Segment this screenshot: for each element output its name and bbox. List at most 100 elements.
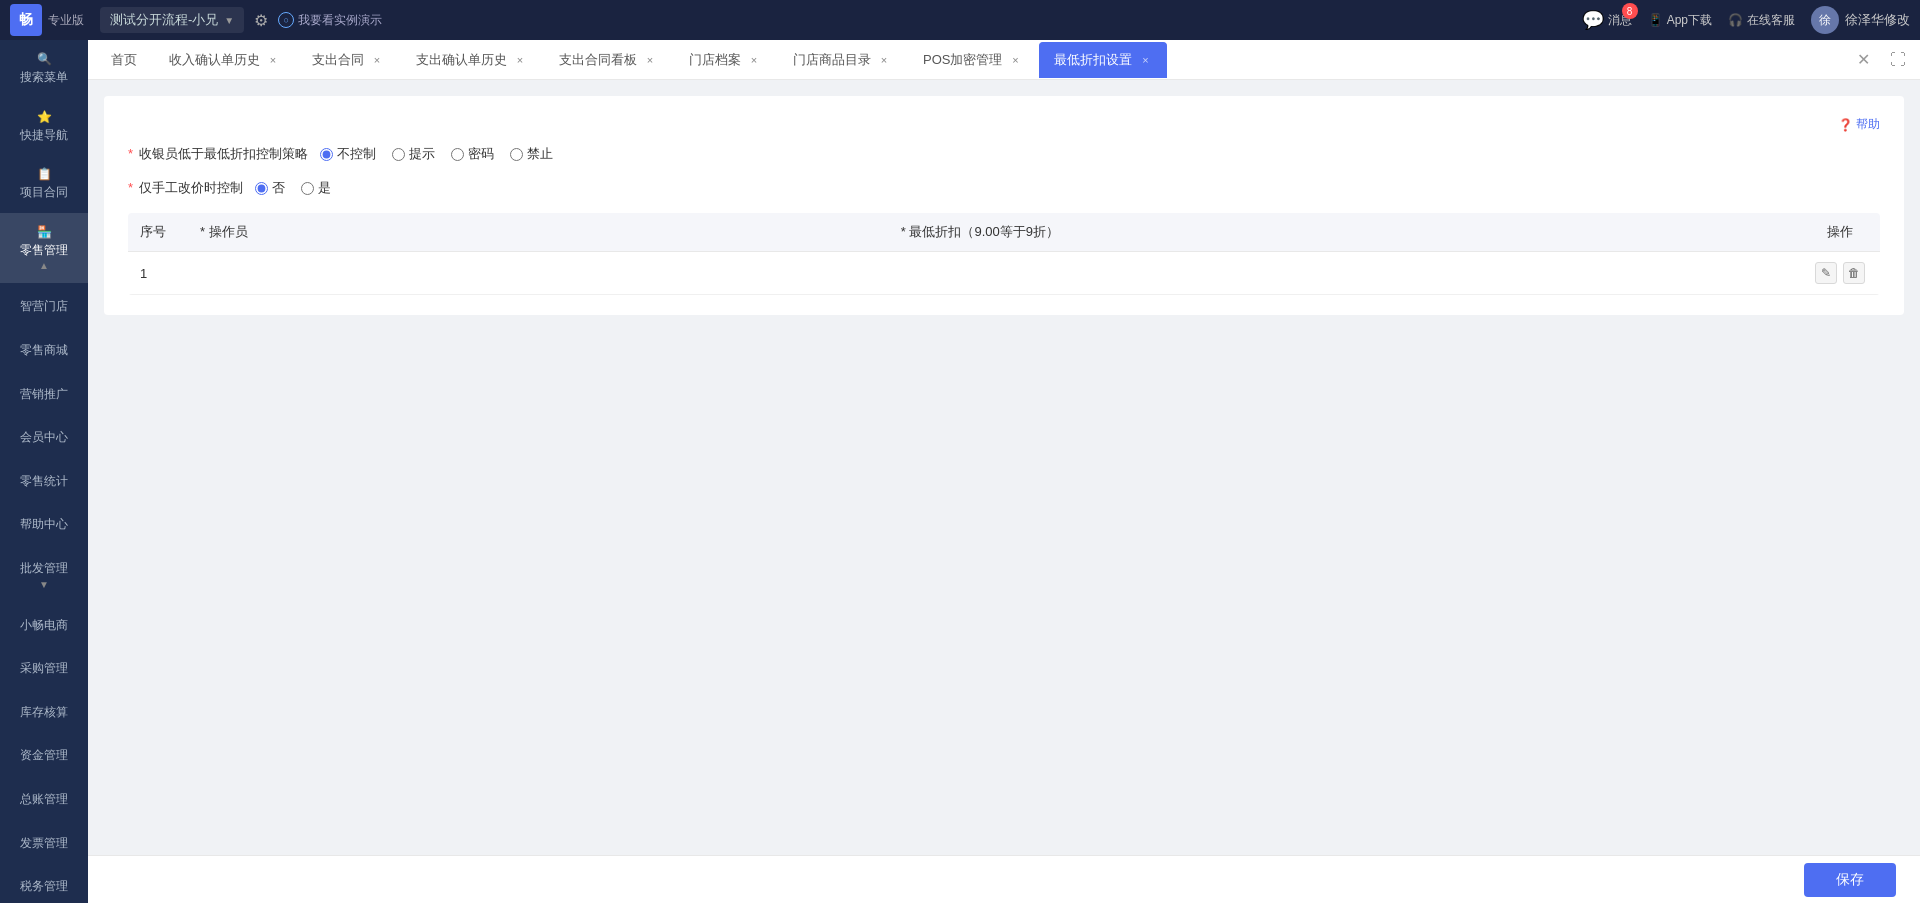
tab-home-label: 首页	[111, 51, 137, 69]
sidebar-item-tax[interactable]: 税务管理	[0, 863, 88, 903]
top-bar: 畅 专业版 测试分开流程-小兄 ▼ ⚙ ○ 我要看实例演示 💬 消息 8 📱 A…	[0, 0, 1920, 40]
tab-store-files-close[interactable]: ×	[747, 53, 761, 67]
settings-icon[interactable]: ⚙	[254, 11, 268, 30]
chevron-up-icon: ▲	[39, 260, 49, 271]
sidebar-item-contract[interactable]: 📋 项目合同	[0, 155, 88, 213]
user-menu[interactable]: 徐 徐泽华修改	[1811, 6, 1910, 34]
sidebar-item-ledger[interactable]: 总账管理	[0, 776, 88, 820]
username: 徐泽华修改	[1845, 11, 1910, 29]
tab-store-products[interactable]: 门店商品目录 ×	[778, 42, 906, 78]
tab-store-files-label: 门店档案	[689, 51, 741, 69]
logo-icon: 畅	[10, 4, 42, 36]
sidebar-item-finance[interactable]: 资金管理	[0, 732, 88, 776]
radio-ban[interactable]	[510, 148, 523, 161]
sidebar-item-purchase[interactable]: 采购管理	[0, 645, 88, 689]
tab-payment-contract-close[interactable]: ×	[370, 53, 384, 67]
tab-income-confirm-label: 收入确认单历史	[169, 51, 260, 69]
tab-store-files[interactable]: 门店档案 ×	[674, 42, 776, 78]
tab-pos-password-label: POS加密管理	[923, 51, 1002, 69]
sidebar-item-invoice[interactable]: 发票管理	[0, 820, 88, 864]
action-buttons: ✎ 🗑	[1812, 262, 1868, 284]
sidebar-item-retail-mall[interactable]: 零售商城	[0, 327, 88, 371]
option-no-control[interactable]: 不控制	[320, 145, 376, 163]
avatar: 徐	[1811, 6, 1839, 34]
radio-manual-no[interactable]	[255, 182, 268, 195]
sidebar-label-contract: 项目合同	[20, 185, 68, 201]
tab-payment-board[interactable]: 支出合同看板 ×	[544, 42, 672, 78]
tab-close-all[interactable]: ✕	[1851, 48, 1876, 71]
tab-income-confirm[interactable]: 收入确认单历史 ×	[154, 42, 295, 78]
right-icons: 💬 消息 8 📱 App下载 🎧 在线客服 徐 徐泽华修改	[1582, 6, 1910, 34]
option-ban-label: 禁止	[527, 145, 553, 163]
project-selector[interactable]: 测试分开流程-小兄 ▼	[100, 7, 244, 33]
sidebar-label-invoice: 发票管理	[20, 836, 68, 852]
option-manual-no[interactable]: 否	[255, 179, 285, 197]
main-layout: 🔍 搜索菜单 ⭐ 快捷导航 📋 项目合同 🏪 零售管理 ▲ 智营门店 零售商城 …	[0, 40, 1920, 903]
sidebar-label-finance: 资金管理	[20, 748, 68, 764]
tab-store-products-close[interactable]: ×	[877, 53, 891, 67]
tab-pos-password-close[interactable]: ×	[1008, 53, 1022, 67]
demo-link[interactable]: ○ 我要看实例演示	[278, 12, 382, 29]
cell-operator	[188, 252, 889, 295]
cell-seq: 1	[128, 252, 188, 295]
col-header-action: 操作	[1800, 213, 1880, 252]
sidebar-label-marketing: 营销推广	[20, 387, 68, 403]
sidebar-item-smart-store[interactable]: 智营门店	[0, 283, 88, 327]
app-download-icon: 📱	[1648, 13, 1663, 27]
sidebar-item-help[interactable]: 帮助中心	[0, 501, 88, 545]
control-policy-options: 不控制 提示 密码 禁止	[320, 145, 553, 163]
tab-payment-confirm-close[interactable]: ×	[513, 53, 527, 67]
sidebar-label-inventory: 库存核算	[20, 705, 68, 721]
manual-control-row: * 仅手工改价时控制 否 是	[128, 179, 1880, 197]
sidebar-label-shortcut: 快捷导航	[20, 128, 68, 144]
option-hint-label: 提示	[409, 145, 435, 163]
radio-manual-yes[interactable]	[301, 182, 314, 195]
required-star-2: *	[128, 180, 133, 195]
tab-pos-password[interactable]: POS加密管理 ×	[908, 42, 1037, 78]
tab-payment-confirm[interactable]: 支出确认单历史 ×	[401, 42, 542, 78]
tab-income-confirm-close[interactable]: ×	[266, 53, 280, 67]
tab-home[interactable]: 首页	[96, 42, 152, 78]
content-area: 首页 收入确认单历史 × 支出合同 × 支出确认单历史 × 支出合同看板 × 门…	[88, 40, 1920, 903]
option-ban[interactable]: 禁止	[510, 145, 553, 163]
option-password[interactable]: 密码	[451, 145, 494, 163]
sidebar-item-retail-stats[interactable]: 零售统计	[0, 458, 88, 502]
sidebar-item-ecommerce[interactable]: 小畅电商	[0, 602, 88, 646]
table-row: 1 ✎ 🗑	[128, 252, 1880, 295]
tab-bar-actions: ✕ ⛶	[1851, 48, 1912, 71]
radio-password[interactable]	[451, 148, 464, 161]
edit-row-button[interactable]: ✎	[1815, 262, 1837, 284]
save-button[interactable]: 保存	[1804, 863, 1896, 897]
tab-payment-board-close[interactable]: ×	[643, 53, 657, 67]
sidebar-label-ledger: 总账管理	[20, 792, 68, 808]
help-link[interactable]: ❓ 帮助	[1838, 116, 1880, 133]
tab-expand[interactable]: ⛶	[1884, 49, 1912, 71]
sidebar-item-member[interactable]: 会员中心	[0, 414, 88, 458]
sidebar-item-search[interactable]: 🔍 搜索菜单	[0, 40, 88, 98]
option-manual-yes[interactable]: 是	[301, 179, 331, 197]
option-hint[interactable]: 提示	[392, 145, 435, 163]
radio-no-control[interactable]	[320, 148, 333, 161]
col-header-operator: * 操作员	[188, 213, 889, 252]
tab-payment-contract[interactable]: 支出合同 ×	[297, 42, 399, 78]
sidebar-item-marketing[interactable]: 营销推广	[0, 371, 88, 415]
app-download-button[interactable]: 📱 App下载	[1648, 12, 1712, 29]
sidebar-item-shortcut[interactable]: ⭐ 快捷导航	[0, 98, 88, 156]
contract-icon: 📋	[37, 167, 52, 181]
project-name: 测试分开流程-小兄	[110, 11, 218, 29]
delete-row-button[interactable]: 🗑	[1843, 262, 1865, 284]
sidebar-label-retail: 零售管理	[20, 243, 68, 259]
tab-min-discount-close[interactable]: ×	[1138, 53, 1152, 67]
sidebar-item-wholesale[interactable]: 批发管理 ▼	[0, 545, 88, 602]
sidebar-label-member: 会员中心	[20, 430, 68, 446]
sidebar-item-retail[interactable]: 🏪 零售管理 ▲	[0, 213, 88, 284]
tab-min-discount[interactable]: 最低折扣设置 ×	[1039, 42, 1167, 78]
radio-hint[interactable]	[392, 148, 405, 161]
tab-payment-contract-label: 支出合同	[312, 51, 364, 69]
sidebar-label-retail-mall: 零售商城	[20, 343, 68, 359]
messages-button[interactable]: 💬 消息 8	[1582, 9, 1632, 31]
sidebar-label-tax: 税务管理	[20, 879, 68, 895]
sidebar-item-inventory[interactable]: 库存核算	[0, 689, 88, 733]
option-manual-yes-label: 是	[318, 179, 331, 197]
online-service-button[interactable]: 🎧 在线客服	[1728, 12, 1795, 29]
